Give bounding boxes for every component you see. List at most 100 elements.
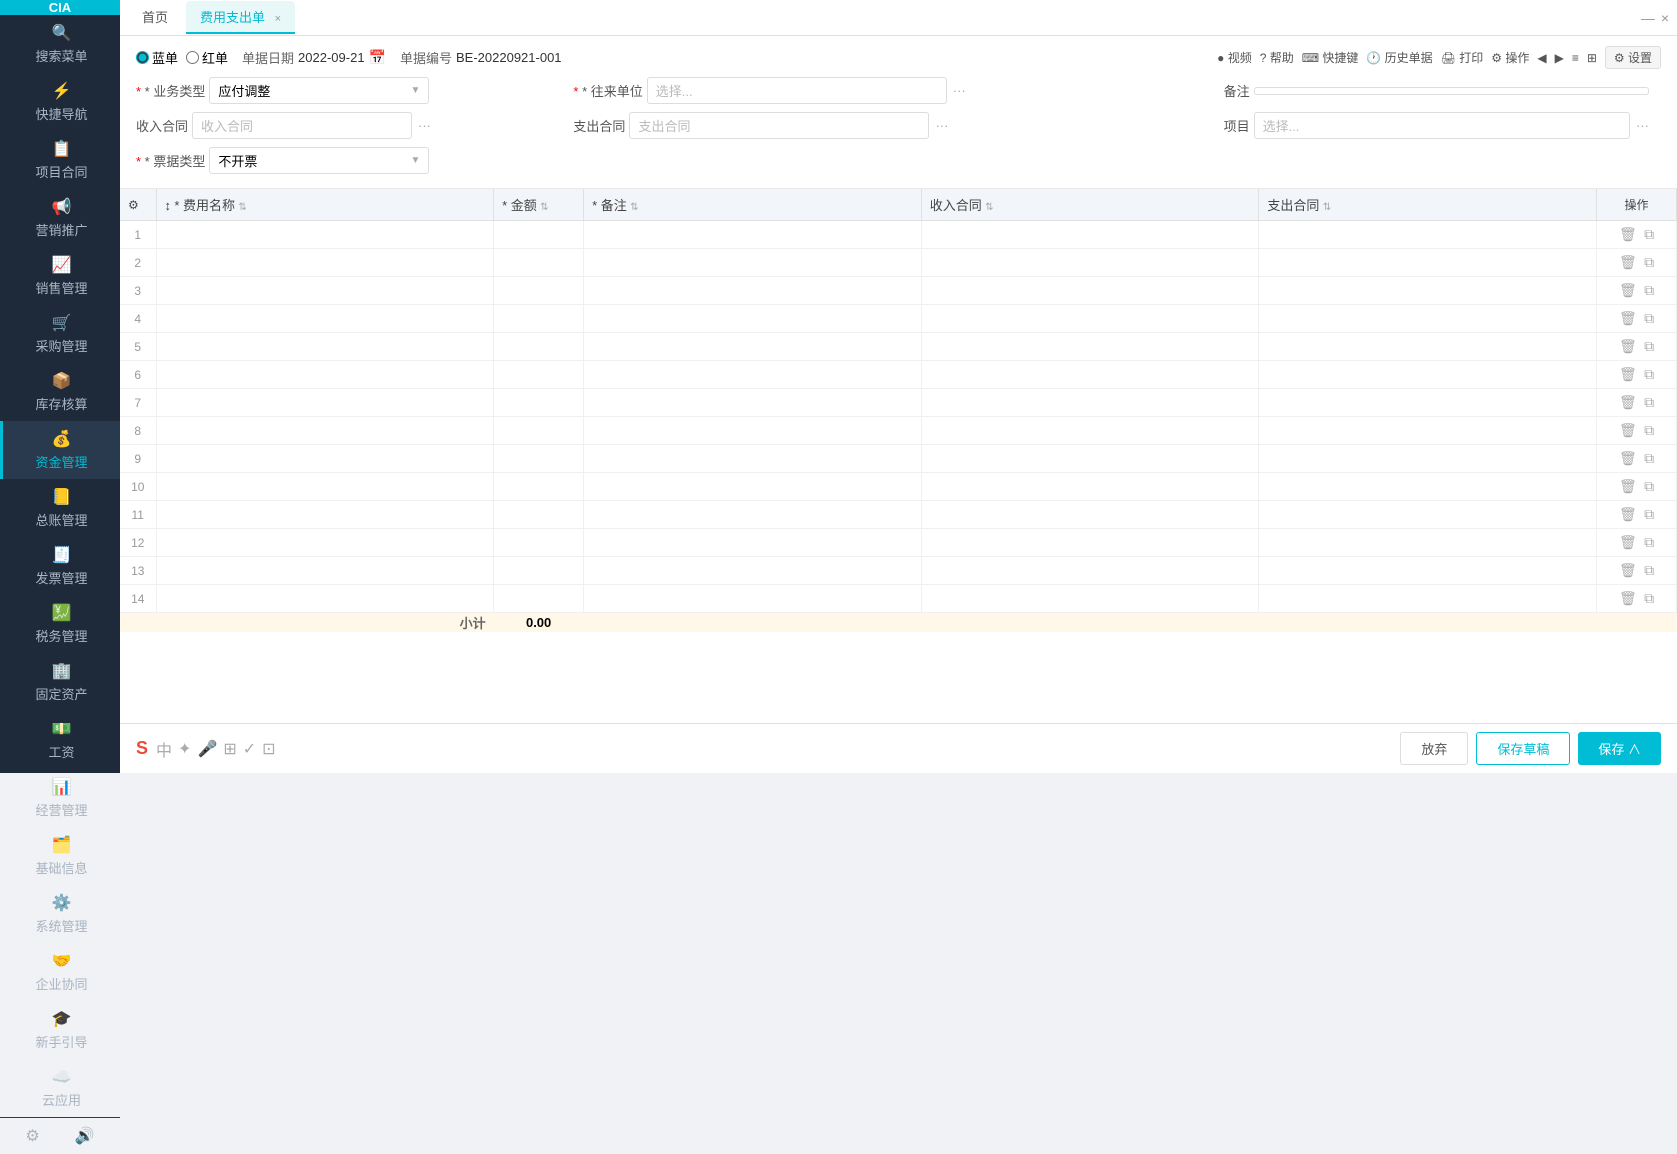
volume-icon[interactable]: 🔊 — [75, 1126, 95, 1146]
calendar-icon[interactable]: 📅 — [369, 49, 386, 66]
income-contract-cell[interactable] — [921, 305, 1259, 333]
tab-close-icon[interactable]: × — [275, 13, 281, 25]
sidebar-item-basic[interactable]: 🗂️ 基础信息 — [0, 827, 120, 885]
expense-contract-cell[interactable] — [1259, 221, 1597, 249]
partner-more-icon[interactable]: ··· — [953, 83, 966, 98]
income-contract-cell[interactable] — [921, 473, 1259, 501]
amount-cell[interactable] — [494, 389, 584, 417]
sidebar-item-assets[interactable]: 🏢 固定资产 — [0, 653, 120, 711]
note-cell[interactable] — [584, 417, 922, 445]
delete-icon[interactable]: 🗑 — [1619, 282, 1637, 298]
expense-contract-more-icon[interactable]: ··· — [935, 118, 948, 133]
amount-cell[interactable] — [494, 417, 584, 445]
delete-icon[interactable]: 🗑 — [1619, 310, 1637, 326]
shortcut-icon-6[interactable]: ⊡ — [262, 739, 275, 759]
video-btn[interactable]: ● 视频 — [1217, 49, 1252, 66]
income-sort-icon[interactable]: ⇅ — [985, 202, 993, 213]
help-btn[interactable]: ? 帮助 — [1260, 49, 1294, 66]
income-contract-cell[interactable] — [921, 277, 1259, 305]
copy-icon[interactable]: ⧉ — [1644, 590, 1654, 606]
expense-name-cell[interactable] — [156, 277, 494, 305]
copy-icon[interactable]: ⧉ — [1644, 366, 1654, 382]
expense-name-cell[interactable] — [156, 305, 494, 333]
sidebar-item-cloud[interactable]: ☁️ 云应用 — [0, 1059, 120, 1117]
income-contract-cell[interactable] — [921, 221, 1259, 249]
window-close-button[interactable]: × — [1661, 10, 1669, 26]
expense-name-cell[interactable] — [156, 249, 494, 277]
note-cell[interactable] — [584, 529, 922, 557]
copy-icon[interactable]: ⧉ — [1644, 394, 1654, 410]
income-contract-cell[interactable] — [921, 557, 1259, 585]
income-contract-cell[interactable] — [921, 389, 1259, 417]
expense-contract-cell[interactable] — [1259, 305, 1597, 333]
delete-icon[interactable]: 🗑 — [1619, 534, 1637, 550]
delete-icon[interactable]: 🗑 — [1619, 562, 1637, 578]
sidebar-item-marketing[interactable]: 📢 营销推广 — [0, 189, 120, 247]
expense-contract-cell[interactable] — [1259, 585, 1597, 613]
amount-cell[interactable] — [494, 305, 584, 333]
shortcut-icon-4[interactable]: ⊞ — [223, 739, 236, 759]
amount-cell[interactable] — [494, 221, 584, 249]
delete-icon[interactable]: 🗑 — [1619, 590, 1637, 606]
income-contract-cell[interactable] — [921, 501, 1259, 529]
shortcut-icon-5[interactable]: ✓ — [243, 739, 256, 759]
invoice-type-select[interactable]: 不开票 ▼ — [209, 147, 429, 174]
sidebar-item-newbie[interactable]: 🎓 新手引导 — [0, 1001, 120, 1059]
window-minimize-button[interactable]: — — [1641, 10, 1655, 26]
income-contract-more-icon[interactable]: ··· — [418, 118, 431, 133]
note-cell[interactable] — [584, 473, 922, 501]
sidebar-item-ledger[interactable]: 📒 总账管理 — [0, 479, 120, 537]
expense-name-cell[interactable] — [156, 221, 494, 249]
prev-btn[interactable]: ◀ — [1537, 51, 1546, 65]
note-input[interactable] — [1254, 87, 1649, 95]
sidebar-item-salary[interactable]: 💵 工资 — [0, 711, 120, 769]
expense-contract-cell[interactable] — [1259, 249, 1597, 277]
note-cell[interactable] — [584, 389, 922, 417]
grid-view-btn[interactable]: ⊞ — [1587, 51, 1597, 65]
amount-cell[interactable] — [494, 249, 584, 277]
expense-contract-cell[interactable] — [1259, 361, 1597, 389]
delete-icon[interactable]: 🗑 — [1619, 450, 1637, 466]
sidebar-item-corp[interactable]: 🤝 企业协同 — [0, 943, 120, 1001]
expense-contract-cell[interactable] — [1259, 501, 1597, 529]
sidebar-item-quicknav[interactable]: ⚡ 快捷导航 — [0, 73, 120, 131]
discard-button[interactable]: 放弃 — [1400, 732, 1468, 765]
income-contract-input[interactable]: 收入合同 — [192, 112, 412, 139]
action-btn[interactable]: ⚙ 操作 — [1491, 49, 1529, 66]
expense-name-cell[interactable] — [156, 557, 494, 585]
amount-cell[interactable] — [494, 277, 584, 305]
project-input[interactable]: 选择... — [1254, 112, 1630, 139]
copy-icon[interactable]: ⧉ — [1644, 478, 1654, 494]
shortcut-btn[interactable]: ⌨ 快捷键 — [1302, 49, 1359, 66]
copy-icon[interactable]: ⧉ — [1644, 422, 1654, 438]
amount-cell[interactable] — [494, 585, 584, 613]
expense-name-cell[interactable] — [156, 585, 494, 613]
amount-cell[interactable] — [494, 361, 584, 389]
note-cell[interactable] — [584, 305, 922, 333]
next-btn[interactable]: ▶ — [1555, 51, 1564, 65]
income-contract-cell[interactable] — [921, 417, 1259, 445]
sidebar-item-system[interactable]: ⚙️ 系统管理 — [0, 885, 120, 943]
expense-contract-cell[interactable] — [1259, 277, 1597, 305]
business-type-select[interactable]: 应付调整 ▼ — [209, 77, 429, 104]
note-cell[interactable] — [584, 361, 922, 389]
note-cell[interactable] — [584, 249, 922, 277]
amount-sort-icon[interactable]: ⇅ — [540, 202, 548, 213]
tab-home[interactable]: 首页 — [128, 1, 182, 34]
copy-icon[interactable]: ⧉ — [1644, 310, 1654, 326]
income-contract-cell[interactable] — [921, 585, 1259, 613]
settings-button[interactable]: ⚙ 设置 — [1605, 46, 1661, 69]
history-btn[interactable]: 🕐 历史单据 — [1366, 49, 1432, 66]
copy-icon[interactable]: ⧉ — [1644, 282, 1654, 298]
blue-doc-radio[interactable]: 蓝单 — [136, 48, 178, 67]
expense-name-cell[interactable] — [156, 333, 494, 361]
note-cell[interactable] — [584, 333, 922, 361]
delete-icon[interactable]: 🗑 — [1619, 394, 1637, 410]
copy-icon[interactable]: ⧉ — [1644, 450, 1654, 466]
note-cell[interactable] — [584, 557, 922, 585]
sidebar-item-search[interactable]: 🔍 搜索菜单 — [0, 15, 120, 73]
red-doc-radio[interactable]: 红单 — [186, 48, 228, 67]
expense-name-cell[interactable] — [156, 501, 494, 529]
note-cell[interactable] — [584, 501, 922, 529]
col-settings[interactable]: ⚙ — [120, 189, 156, 221]
